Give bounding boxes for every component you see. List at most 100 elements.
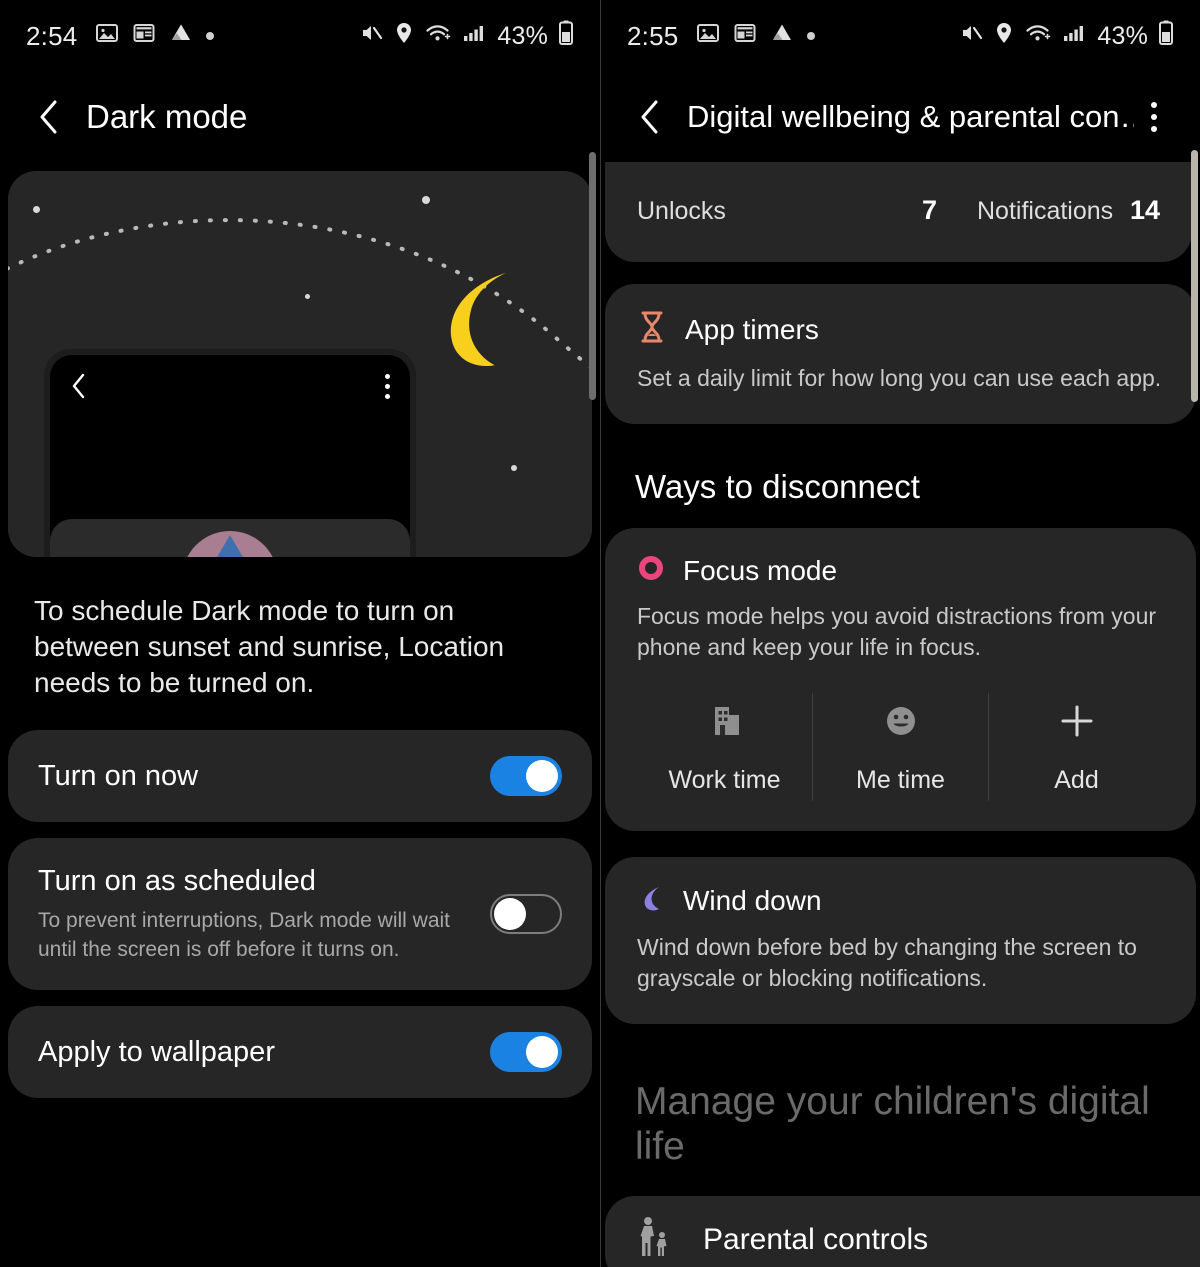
stat-label: Notifications <box>977 196 1114 225</box>
chevron-left-icon <box>72 373 85 399</box>
usage-stats-card[interactable]: Unlocks 7 Notifications 14 <box>605 162 1192 262</box>
battery-percent: 43% <box>1097 21 1148 50</box>
focus-mode-header: Focus mode <box>637 554 1164 587</box>
focus-mode-quick-actions: Work time Me time Add <box>637 693 1164 802</box>
star-decoration <box>33 206 40 213</box>
quick-action-me-time[interactable]: Me time <box>812 693 988 802</box>
phone-mockup <box>44 349 416 557</box>
setting-title: Turn on as scheduled <box>38 865 316 898</box>
back-button[interactable] <box>26 94 72 140</box>
setting-text: Apply to wallpaper <box>38 1035 490 1070</box>
phone-mockup-screen <box>50 355 410 557</box>
turn-on-as-scheduled-toggle[interactable] <box>490 894 562 935</box>
app-timers-header: App timers <box>637 310 1164 349</box>
turn-on-now-toggle[interactable] <box>490 756 562 797</box>
kebab-menu-icon[interactable] <box>1134 94 1174 140</box>
page-title: Dark mode <box>86 98 248 135</box>
battery-icon <box>558 20 574 53</box>
setting-row-turn-on-as-scheduled[interactable]: Turn on as scheduled To prevent interrup… <box>8 838 592 989</box>
left-phone-screen: 2:54 43% Dark mode To schedule Dark mode… <box>0 0 600 1267</box>
wifi-icon <box>1025 21 1051 52</box>
battery-percent: 43% <box>497 21 548 50</box>
status-bar-left: 2:54 43% <box>0 0 600 72</box>
wifi-icon <box>425 21 451 52</box>
app-bar-right: Digital wellbeing & parental con… <box>601 72 1200 162</box>
status-bar-left-group: 2:54 <box>26 20 215 52</box>
hourglass-icon <box>637 310 667 349</box>
battery-icon <box>1158 20 1174 53</box>
scrollbar-right[interactable] <box>1191 150 1198 402</box>
stat-notifications: Notifications 14 <box>937 195 1160 226</box>
apply-to-wallpaper-card[interactable]: Apply to wallpaper <box>8 1005 592 1098</box>
app-timers-title: App timers <box>685 313 819 345</box>
color-blob-decoration <box>182 531 278 557</box>
dark-mode-description: To schedule Dark mode to turn on between… <box>34 595 505 698</box>
apply-to-wallpaper-toggle[interactable] <box>490 1031 562 1072</box>
manage-children-heading: Manage your children's digital life <box>635 1080 1150 1169</box>
wind-down-card[interactable]: Wind down Wind down before bed by changi… <box>605 857 1196 1025</box>
status-bar-left-group: 2:55 <box>627 20 816 52</box>
crescent-moon-icon <box>637 883 665 918</box>
quick-action-label: Add <box>1054 766 1099 795</box>
status-bar-right-group: 43% <box>359 20 574 53</box>
stat-unlocks: Unlocks 7 <box>637 195 937 226</box>
status-bar-right: 2:55 43% <box>601 0 1200 72</box>
setting-text: Turn on now <box>38 759 490 794</box>
page-title: Digital wellbeing & parental con… <box>687 99 1134 134</box>
setting-subtitle: To prevent interruptions, Dark mode will… <box>38 909 451 961</box>
gallery-icon <box>696 21 720 52</box>
setting-row-turn-on-now[interactable]: Turn on now <box>8 730 592 822</box>
star-decoration <box>511 465 517 471</box>
app-timers-description: Set a daily limit for how long you can u… <box>637 365 1162 391</box>
parental-controls-label: Parental controls <box>703 1222 929 1256</box>
smiley-face-icon <box>879 699 923 748</box>
setting-title: Apply to wallpaper <box>38 1035 275 1068</box>
dark-mode-illustration <box>8 171 592 557</box>
toggle-knob <box>526 1035 558 1068</box>
back-button[interactable] <box>627 94 673 140</box>
setting-row-apply-to-wallpaper[interactable]: Apply to wallpaper <box>8 1006 592 1098</box>
app-bar-left: Dark mode <box>0 72 600 162</box>
stat-label: Unlocks <box>637 196 726 225</box>
quick-action-label: Work time <box>668 766 781 795</box>
quick-action-work-time[interactable]: Work time <box>637 693 812 801</box>
stat-value: 14 <box>1129 194 1160 225</box>
dot-icon <box>206 32 215 40</box>
phone-mockup-appbar <box>50 355 410 417</box>
news-widget-icon <box>132 21 156 52</box>
ways-to-disconnect-heading: Ways to disconnect <box>635 468 920 506</box>
setting-text: Turn on as scheduled To prevent interrup… <box>38 864 490 963</box>
right-phone-screen: 2:55 43% Digital wellbeing & parental co… <box>600 0 1200 1267</box>
quick-action-add[interactable]: Add <box>988 693 1164 802</box>
location-icon <box>993 21 1015 52</box>
toggle-knob <box>526 760 558 793</box>
status-time: 2:55 <box>627 20 679 51</box>
news-widget-icon <box>733 21 757 52</box>
stat-value: 7 <box>921 194 937 225</box>
dot-icon <box>807 32 816 40</box>
dual-screenshot-container: 2:54 43% Dark mode To schedule Dark mode… <box>0 0 1200 1267</box>
scrollbar-left[interactable] <box>589 152 596 400</box>
focus-mode-description: Focus mode helps you avoid distractions … <box>637 603 1157 661</box>
drive-icon <box>169 21 193 52</box>
toggle-knob <box>494 898 526 931</box>
star-decoration <box>422 196 430 204</box>
gallery-icon <box>95 21 119 52</box>
parent-child-icon <box>637 1214 673 1265</box>
focus-mode-title: Focus mode <box>683 554 838 586</box>
wind-down-description: Wind down before bed by changing the scr… <box>637 934 1137 992</box>
focus-mode-card[interactable]: Focus mode Focus mode helps you avoid di… <box>605 528 1196 832</box>
mute-icon <box>959 21 983 52</box>
focus-ring-icon <box>637 554 665 587</box>
setting-title: Turn on now <box>38 760 199 793</box>
drive-icon <box>770 21 794 52</box>
parental-controls-card[interactable]: Parental controls <box>605 1195 1200 1267</box>
signal-icon <box>461 21 485 52</box>
turn-on-as-scheduled-card[interactable]: Turn on as scheduled To prevent interrup… <box>8 838 592 990</box>
turn-on-now-card[interactable]: Turn on now <box>8 730 592 823</box>
app-timers-card[interactable]: App timers Set a daily limit for how lon… <box>605 284 1196 425</box>
star-decoration <box>305 294 310 299</box>
status-bar-right-group: 43% <box>959 20 1174 53</box>
wind-down-title: Wind down <box>683 884 822 916</box>
status-time: 2:54 <box>26 20 78 51</box>
